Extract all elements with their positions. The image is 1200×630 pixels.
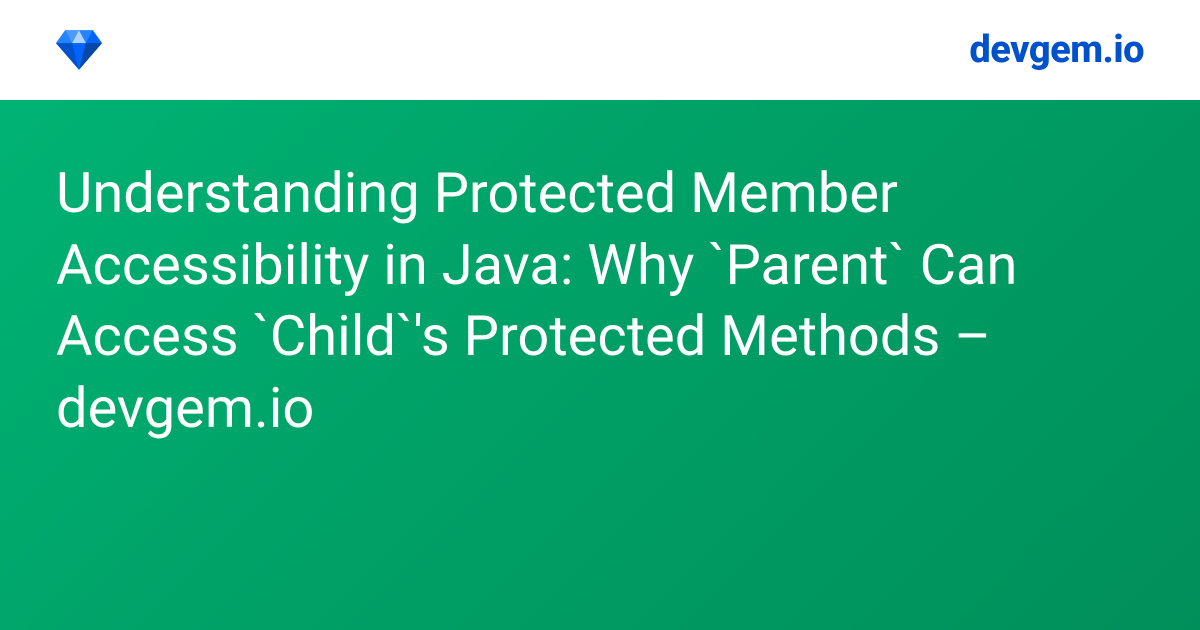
brand-text[interactable]: devgem.io — [969, 28, 1144, 72]
page-title: Understanding Protected Member Accessibi… — [56, 158, 1136, 445]
gem-logo-icon — [56, 27, 102, 73]
header: devgem.io — [0, 0, 1200, 100]
hero-banner: Understanding Protected Member Accessibi… — [0, 100, 1200, 630]
